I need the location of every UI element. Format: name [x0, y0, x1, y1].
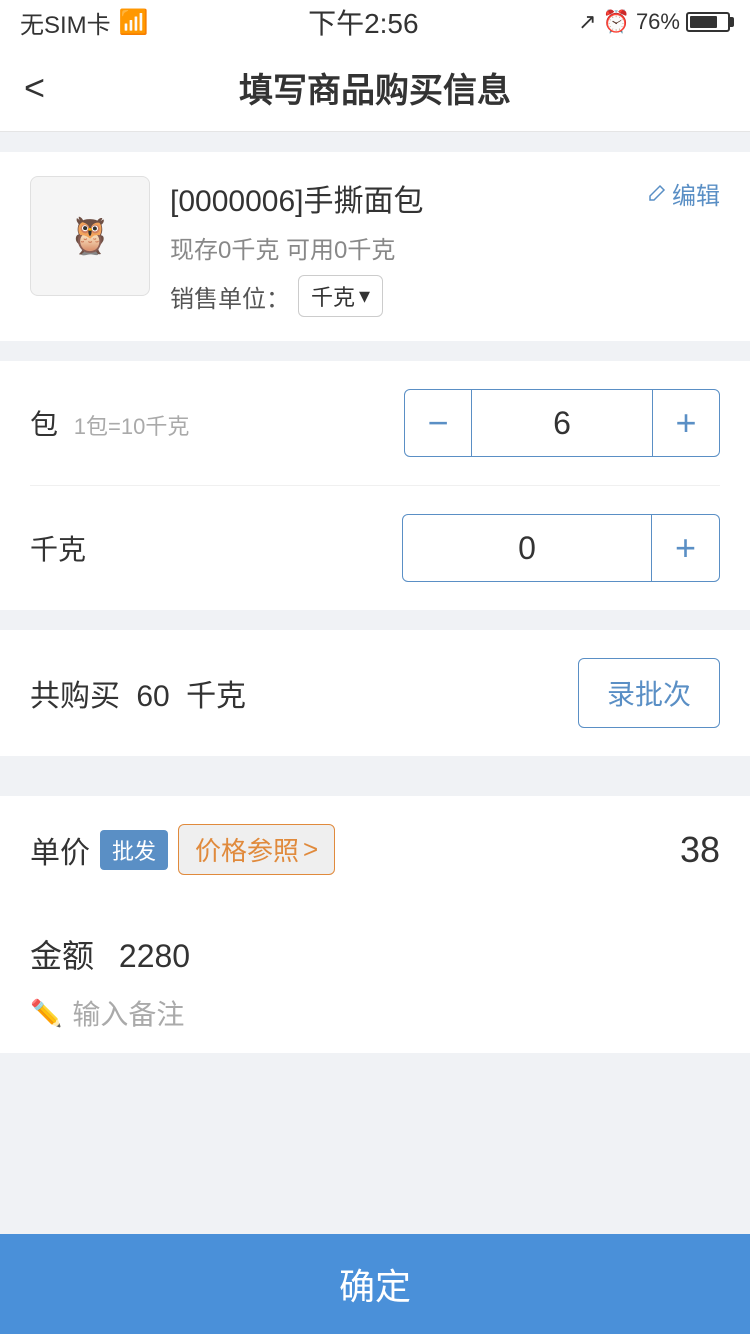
chevron-down-icon: ▾ — [359, 283, 370, 309]
package-quantity-control: − + — [404, 389, 720, 457]
product-info: [0000006]手撕面包 编辑 现存0千克 可用0千克 销售单位： 千克 ▾ — [170, 176, 720, 317]
separator-3 — [0, 756, 750, 776]
back-button[interactable]: < — [24, 67, 45, 109]
input-section: 包 1包=10千克 − + 千克 + — [0, 361, 750, 610]
separator-2 — [0, 610, 750, 630]
alarm-icon: ⏰ — [603, 9, 630, 35]
price-label: 单价 — [30, 828, 90, 872]
package-minus-button[interactable]: − — [404, 389, 472, 457]
package-label: 包 — [30, 409, 58, 440]
product-stock: 现存0千克 可用0千克 — [170, 230, 720, 265]
product-card: 🦉 [0000006]手撕面包 编辑 现存0千克 可用0千克 销售单位： 千克 … — [0, 152, 750, 341]
carrier-label: 无SIM卡 — [20, 5, 111, 40]
product-unit-row: 销售单位： 千克 ▾ — [170, 275, 720, 317]
record-batch-button[interactable]: 录批次 — [578, 658, 720, 728]
product-logo: 🦉 — [68, 215, 113, 257]
price-ref-button[interactable]: 价格参照 > — [178, 824, 335, 875]
note-row[interactable]: ✏️ 输入备注 — [30, 993, 720, 1033]
location-icon: ↗ — [578, 9, 596, 35]
total-amount: 60 — [136, 680, 169, 713]
package-label-group: 包 1包=10千克 — [30, 403, 189, 443]
product-name: [0000006]手撕面包 — [170, 176, 423, 220]
amount-value: 2280 — [119, 938, 190, 974]
package-plus-button[interactable]: + — [652, 389, 720, 457]
total-text: 共购买 60 千克 — [30, 671, 246, 715]
product-image: 🦉 — [30, 176, 150, 296]
kilogram-label: 千克 — [30, 534, 86, 565]
amount-section: 金额 2280 ✏️ 输入备注 — [0, 903, 750, 1053]
status-right: ↗ ⏰ 76% — [578, 9, 730, 35]
kilogram-row: 千克 + — [30, 486, 720, 610]
chevron-right-icon: > — [303, 834, 318, 865]
confirm-button[interactable]: 确定 — [0, 1234, 750, 1334]
price-section: 单价 批发 价格参照 > 38 — [0, 796, 750, 903]
separator-1 — [0, 341, 750, 361]
status-left: 无SIM卡 📶 — [20, 5, 149, 40]
kilogram-plus-button[interactable]: + — [652, 514, 720, 582]
price-tag: 批发 — [100, 830, 168, 870]
kilogram-quantity-control: + — [402, 514, 720, 582]
kilogram-quantity-input[interactable] — [402, 514, 652, 582]
package-row: 包 1包=10千克 − + — [30, 361, 720, 486]
status-bar: 无SIM卡 📶 下午2:56 ↗ ⏰ 76% — [0, 0, 750, 44]
pencil-icon: ✏️ — [30, 998, 62, 1029]
amount-row: 金额 2280 — [30, 931, 720, 977]
package-hint: 1包=10千克 — [74, 414, 190, 439]
price-label-group: 单价 批发 价格参照 > — [30, 824, 335, 875]
battery-icon — [686, 12, 730, 32]
battery-percent: 76% — [636, 9, 680, 35]
package-quantity-input[interactable] — [472, 389, 652, 457]
status-time: 下午2:56 — [308, 2, 419, 42]
total-section: 共购买 60 千克 录批次 — [0, 630, 750, 756]
note-placeholder[interactable]: 输入备注 — [72, 993, 184, 1033]
price-value: 38 — [680, 829, 720, 871]
kilogram-label-group: 千克 — [30, 528, 86, 568]
nav-bar: < 填写商品购买信息 — [0, 44, 750, 132]
wifi-icon: 📶 — [119, 8, 149, 37]
edit-button[interactable]: 编辑 — [646, 176, 720, 211]
product-header: [0000006]手撕面包 编辑 — [170, 176, 720, 220]
unit-selector[interactable]: 千克 ▾ — [298, 275, 383, 317]
page-bottom — [0, 1053, 750, 1173]
page-title: 填写商品购买信息 — [239, 63, 511, 112]
